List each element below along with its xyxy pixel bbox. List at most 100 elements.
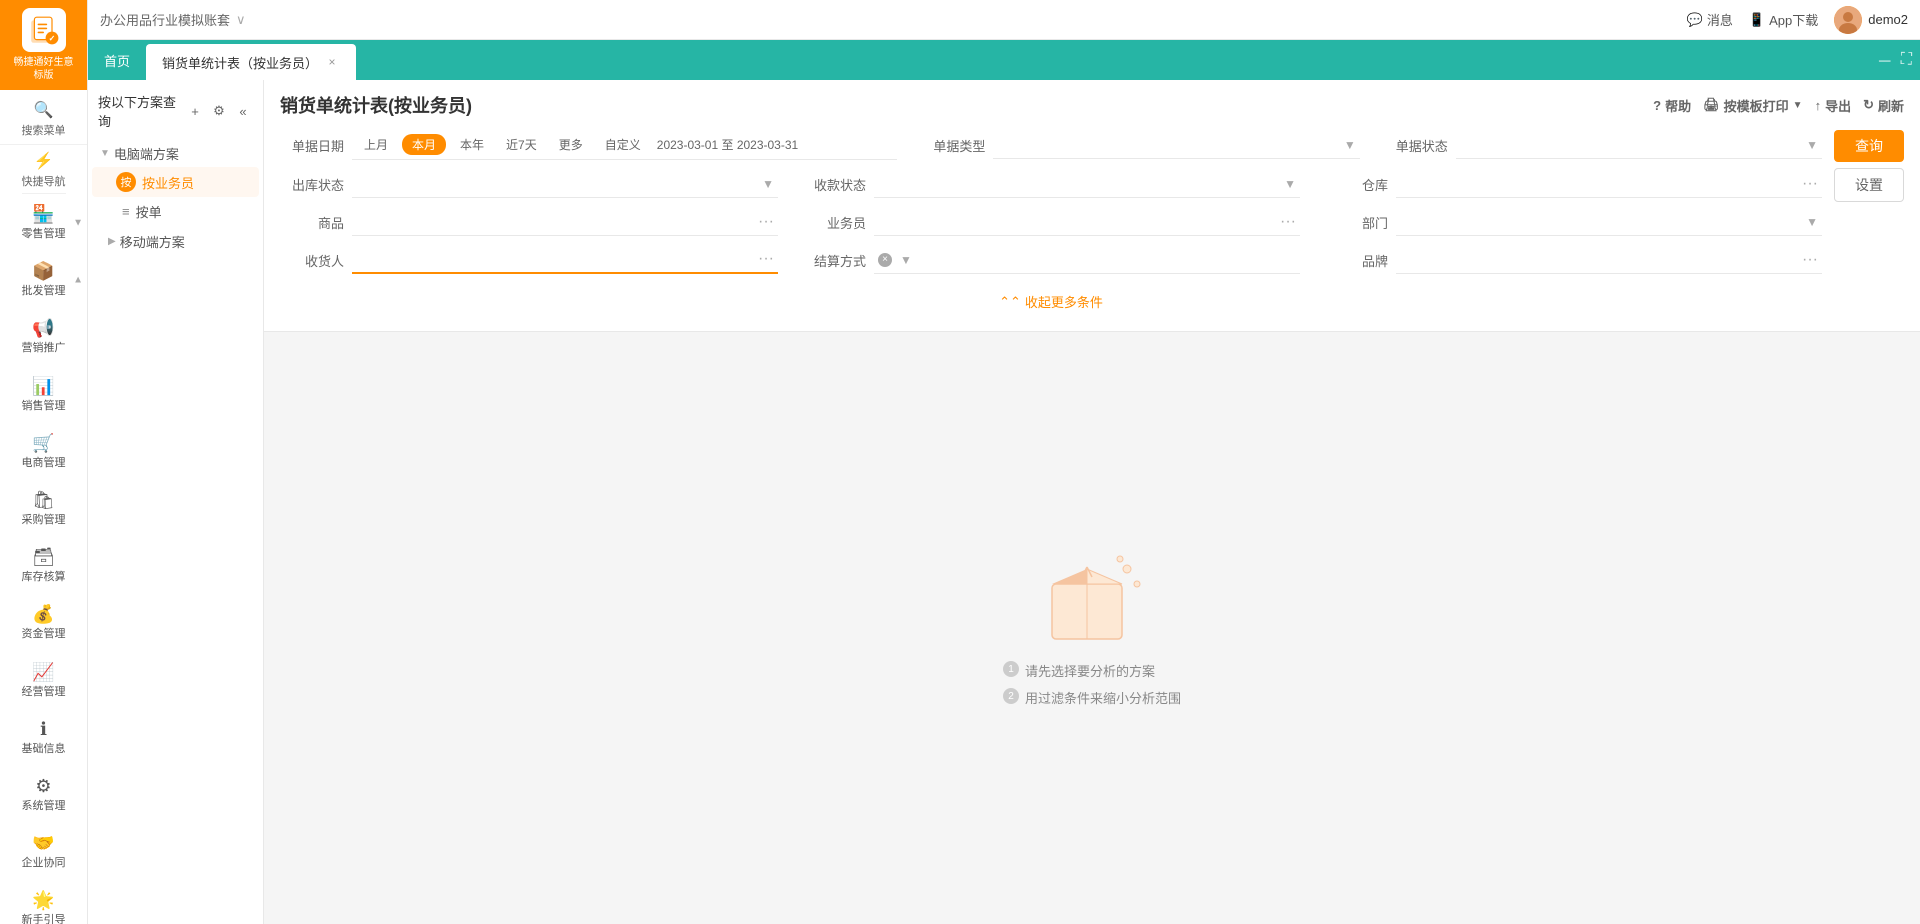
sidebar-item-system[interactable]: ⚙ 系统管理	[0, 766, 87, 823]
settle-label: 结算方式	[802, 251, 866, 270]
sidebar-item-enterprise[interactable]: 🤝 企业协同	[0, 823, 87, 880]
finance-icon: 💰	[32, 604, 54, 625]
sidebar-item-ecommerce[interactable]: 🛒 电商管理	[0, 423, 87, 480]
breadcrumb-arrow-icon[interactable]: ∨	[236, 12, 246, 28]
date-field[interactable]: 上月 本月 本年 近7天 更多 自定义 2023-03-01 至 2023-03…	[352, 130, 897, 160]
user-menu[interactable]: demo2	[1834, 6, 1908, 34]
doc-status-label: 单据状态	[1384, 136, 1448, 155]
logo-text: 畅捷通好生意 标版	[14, 56, 74, 82]
date-btn-more[interactable]: 更多	[551, 134, 591, 155]
outbound-field[interactable]: ▼	[352, 170, 778, 198]
sidebar: ✓ 畅捷通好生意 标版 🔍 搜索菜单 ⚡ 快捷导航 🏪 零售管理 ▼ 📦 批发管…	[0, 0, 88, 924]
app-download-button[interactable]: 📱 App下载	[1749, 10, 1818, 29]
tab-maximize-button[interactable]: ⛶	[1901, 51, 1912, 69]
search-menu-item[interactable]: 🔍 搜索菜单	[0, 90, 87, 145]
date-btn-last-month[interactable]: 上月	[356, 134, 396, 155]
sidebar-item-basic[interactable]: ℹ 基础信息	[0, 709, 87, 766]
date-filter: 上月 本月 本年 近7天 更多 自定义	[356, 134, 649, 155]
scheme-item-salesperson[interactable]: 按 按业务员	[92, 167, 259, 197]
filter-section: 单据日期 上月 本月 本年 近7天 更多 自定义 20	[280, 130, 1904, 319]
message-button[interactable]: 💬 消息	[1687, 10, 1733, 29]
date-btn-custom[interactable]: 自定义	[597, 134, 649, 155]
scheme-section: ▼ 电脑端方案 按 按业务员 ≡ 按单 ▶ 移动端方案	[88, 138, 263, 255]
warehouse-field[interactable]: ···	[1396, 170, 1822, 198]
payment-field[interactable]: ▼	[874, 170, 1300, 198]
sidebar-item-newbie[interactable]: 🌟 新手引导	[0, 880, 87, 924]
warehouse-dots-icon: ···	[1802, 175, 1818, 193]
sidebar-item-purchase[interactable]: 🛍 采购管理	[0, 480, 87, 537]
tab-minimize-button[interactable]: －	[1877, 48, 1893, 72]
sidebar-item-operation[interactable]: 📈 经营管理	[0, 652, 87, 709]
quick-nav-label: 快捷导航	[22, 173, 66, 189]
page-title-text: 销货单统计表(按业务员)	[280, 92, 472, 118]
tab-home[interactable]: 首页	[88, 40, 146, 80]
collapse-panel-button[interactable]: «	[233, 101, 253, 121]
filter-row-1: 单据日期 上月 本月 本年 近7天 更多 自定义 20	[280, 130, 1822, 160]
payment-label: 收款状态	[802, 175, 866, 194]
settle-arrow-icon: ▼	[900, 253, 912, 267]
sidebar-item-inventory[interactable]: 🗃 库存核算	[0, 537, 87, 594]
brand-field[interactable]: ···	[1396, 246, 1822, 274]
sidebar-item-marketing[interactable]: 📢 营销推广	[0, 308, 87, 365]
newbie-icon: 🌟	[32, 890, 54, 911]
refresh-icon: ↻	[1863, 97, 1874, 113]
receiver-label: 收货人	[280, 251, 344, 270]
scheme-sub-order[interactable]: ≡ 按单	[92, 197, 259, 226]
topbar-right: 💬 消息 📱 App下载 demo2	[1687, 6, 1908, 34]
sidebar-item-wholesale[interactable]: 📦 批发管理 ▲	[0, 251, 87, 308]
query-button[interactable]: 查询	[1834, 130, 1904, 162]
mobile-scheme-group[interactable]: ▶ 移动端方案	[92, 228, 259, 255]
add-scheme-button[interactable]: +	[185, 101, 205, 121]
warehouse-label: 仓库	[1324, 175, 1388, 194]
filter-row-3: 商品 ··· 业务员 ··· 部门 ▼	[280, 208, 1822, 236]
help-icon: ?	[1653, 98, 1661, 113]
settings-scheme-button[interactable]: ⚙	[209, 101, 229, 121]
salesperson-field[interactable]: ···	[874, 208, 1300, 236]
date-btn-this-month[interactable]: 本月	[402, 134, 446, 155]
collapse-more-button[interactable]: ⌃⌃ 收起更多条件	[280, 284, 1822, 319]
message-icon: 💬	[1687, 12, 1703, 28]
tab-sales-stat[interactable]: 销货单统计表（按业务员） ×	[146, 44, 356, 80]
marketing-icon: 📢	[32, 318, 54, 339]
doc-type-arrow-icon: ▼	[1344, 138, 1356, 152]
date-btn-this-year[interactable]: 本年	[452, 134, 492, 155]
purchase-icon: 🛍	[32, 490, 55, 511]
basic-icon: ℹ	[40, 719, 47, 740]
brand-label: 品牌	[1324, 251, 1388, 270]
app-download-icon: 📱	[1749, 12, 1765, 28]
sidebar-item-sales[interactable]: 📊 销售管理	[0, 366, 87, 423]
quick-nav-item[interactable]: ⚡ 快捷导航	[22, 145, 66, 194]
sidebar-item-finance[interactable]: 💰 资金管理	[0, 594, 87, 651]
outbound-label: 出库状态	[280, 175, 344, 194]
settle-field[interactable]: × ▼	[874, 246, 1300, 274]
wholesale-icon: 📦	[32, 261, 54, 282]
salesperson-label: 业务员	[802, 213, 866, 232]
scheme-salesperson-label: 按业务员	[142, 173, 194, 192]
goods-dots-icon: ···	[758, 213, 774, 231]
dept-field[interactable]: ▼	[1396, 208, 1822, 236]
tip-2-text: 用过滤条件来缩小分析范围	[1025, 688, 1181, 707]
doc-status-field[interactable]: ▼	[1456, 131, 1822, 159]
right-panel: 销货单统计表(按业务员) ? 帮助 🖨 按模板打印 ▼ ↑	[264, 80, 1920, 924]
receiver-field[interactable]: ···	[352, 246, 778, 274]
print-button[interactable]: 🖨 按模板打印 ▼	[1703, 96, 1802, 115]
date-btn-7days[interactable]: 近7天	[498, 134, 545, 155]
app-download-label: App下载	[1769, 10, 1818, 29]
refresh-button[interactable]: ↻ 刷新	[1863, 96, 1904, 115]
help-label: 帮助	[1665, 96, 1691, 115]
desktop-scheme-header[interactable]: ▼ 电脑端方案	[92, 140, 259, 167]
settle-clear-button[interactable]: ×	[878, 253, 892, 267]
goods-field[interactable]: ···	[352, 208, 778, 236]
search-menu-label: 搜索菜单	[22, 122, 66, 138]
export-button[interactable]: ↑ 导出	[1815, 96, 1852, 115]
content-area: 按以下方案查询 + ⚙ « ▼ 电脑端方案 按 按业务员	[88, 80, 1920, 924]
receiver-dots-icon: ···	[758, 250, 774, 268]
quick-nav-icon: ⚡	[34, 151, 54, 171]
doc-type-field[interactable]: ▼	[993, 131, 1359, 159]
settings-button[interactable]: 设置	[1834, 168, 1904, 202]
dept-label: 部门	[1324, 213, 1388, 232]
sidebar-logo[interactable]: ✓ 畅捷通好生意 标版	[0, 0, 87, 90]
sidebar-item-retail[interactable]: 🏪 零售管理 ▼	[0, 194, 87, 251]
tab-close-button[interactable]: ×	[324, 54, 340, 70]
help-button[interactable]: ? 帮助	[1653, 96, 1691, 115]
